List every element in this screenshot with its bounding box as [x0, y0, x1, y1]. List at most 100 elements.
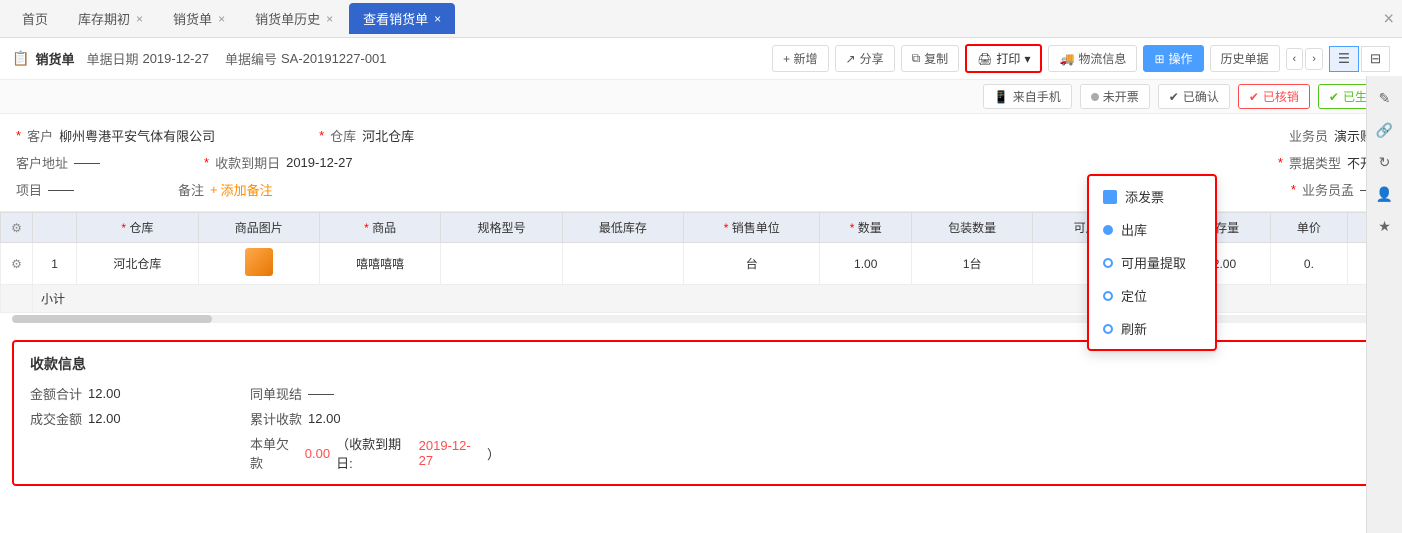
doc-type-label: 销货单 [35, 49, 74, 68]
cumulative-payment-item: 累计收款 12.00 [250, 409, 500, 428]
settings-icon[interactable]: ⚙ [11, 221, 22, 235]
new-button[interactable]: + 新增 [772, 45, 828, 72]
th-settings: ⚙ [1, 213, 33, 243]
sidebar-edit-icon[interactable]: ✎ [1371, 84, 1399, 112]
payment-section: 收款信息 金额合计 12.00 同单现结 —— 成交金额 12.00 累计收款 … [12, 340, 1390, 486]
th-sales-unit: * 销售单位 [684, 213, 820, 243]
mobile-icon: 📱 [994, 90, 1009, 104]
list-view-button[interactable]: ☰ [1329, 46, 1359, 72]
row-pack-qty: 1台 [911, 243, 1032, 285]
operation-dropdown-menu: 添发票 出库 可用量提取 定位 刷新 [1087, 174, 1217, 351]
payment-grid: 金额合计 12.00 同单现结 —— 成交金额 12.00 累计收款 12.00… [30, 384, 1372, 472]
payment-date-field: * 收款到期日 2019-12-27 [204, 153, 353, 172]
transaction-amount-item: 成交金额 12.00 [30, 409, 230, 428]
th-spec: 规格型号 [441, 213, 562, 243]
product-image [245, 248, 273, 276]
row-quantity: 1.00 [820, 243, 912, 285]
gray-dot-icon [1091, 93, 1099, 101]
document-title: 📋 销货单 [12, 49, 74, 68]
print-icon: 🖨 [977, 52, 992, 66]
locate-icon [1103, 291, 1113, 301]
share-button[interactable]: ↗ 分享 [835, 45, 895, 72]
share-icon: ↗ [846, 52, 856, 66]
row-spec [441, 243, 562, 285]
th-min-stock: 最低库存 [562, 213, 683, 243]
sidebar-refresh-icon[interactable]: ↻ [1371, 148, 1399, 176]
note-field: 备注 + 添加备注 [178, 180, 273, 199]
sidebar-star-icon[interactable]: ★ [1371, 212, 1399, 240]
grid-view-button[interactable]: ⊟ [1361, 46, 1390, 72]
document-header: 📋 销货单 单据日期 2019-12-27 单据编号 SA-20191227-0… [0, 38, 1402, 80]
copy-icon: ⧉ [912, 51, 921, 66]
logistics-button[interactable]: 🚚 物流信息 [1048, 45, 1137, 72]
from-mobile-button[interactable]: 📱 来自手机 [983, 84, 1072, 109]
tab-sales-history-close[interactable]: × [326, 12, 333, 26]
row-gear: ⚙ [1, 243, 33, 285]
th-unit-price: 单价 [1271, 213, 1348, 243]
menu-available-qty[interactable]: 可用量提取 [1089, 246, 1215, 279]
grid-icon: ⊞ [1154, 52, 1164, 66]
tab-home[interactable]: 首页 [8, 3, 62, 34]
row-num: 1 [33, 243, 77, 285]
not-opened-button[interactable]: 未开票 [1080, 84, 1150, 109]
check-icon: ✔ [1169, 90, 1179, 104]
tab-view-sales[interactable]: 查看销货单 × [349, 3, 455, 34]
document-meta: 单据日期 2019-12-27 单据编号 SA-20191227-001 [86, 49, 386, 68]
sidebar-user-icon[interactable]: 👤 [1371, 180, 1399, 208]
address-field: 客户地址 —— [16, 153, 100, 172]
tab-stock-init-close[interactable]: × [136, 12, 143, 26]
check-sold-icon: ✔ [1249, 90, 1259, 104]
ship-out-icon [1103, 225, 1113, 235]
tab-sales-history[interactable]: 销货单历史 × [241, 3, 347, 34]
tab-sales-order[interactable]: 销货单 × [159, 3, 239, 34]
history-button[interactable]: 历史单据 [1210, 45, 1280, 72]
menu-ship-out[interactable]: 出库 [1089, 213, 1215, 246]
logistics-icon: 🚚 [1059, 52, 1074, 66]
menu-locate[interactable]: 定位 [1089, 279, 1215, 312]
form-row-1: * 客户 柳州粤港平安气体有限公司 * 仓库 河北仓库 业务员 演示账号 [16, 126, 1386, 145]
next-button[interactable]: › [1305, 48, 1323, 70]
copy-button[interactable]: ⧉ 复制 [901, 45, 960, 72]
tab-view-sales-close[interactable]: × [434, 12, 441, 26]
add-note-button[interactable]: + 添加备注 [210, 180, 273, 199]
th-warehouse: * 仓库 [77, 213, 198, 243]
toolbar: + 新增 ↗ 分享 ⧉ 复制 🖨 打印 ▾ 🚚 物流信息 [772, 44, 1390, 73]
subtotal-gear [1, 285, 33, 313]
th-quantity: * 数量 [820, 213, 912, 243]
view-buttons: ☰ ⊟ [1329, 46, 1390, 72]
prev-button[interactable]: ‹ [1286, 48, 1304, 70]
print-button[interactable]: 🖨 打印 ▾ [965, 44, 1042, 73]
plus-icon: + [210, 182, 218, 197]
row-img [198, 243, 319, 285]
scroll-thumb[interactable] [12, 315, 212, 323]
tab-sales-order-close[interactable]: × [218, 12, 225, 26]
check-effect-icon: ✔ [1329, 90, 1339, 104]
current-due-item: 本单欠款 0.00 （收款到期日: 2019-12-27 ） [250, 434, 500, 472]
nav-arrows: ‹ › [1286, 48, 1323, 70]
row-min-stock [562, 243, 683, 285]
menu-add-invoice[interactable]: 添发票 [1089, 180, 1215, 213]
payment-title: 收款信息 [30, 354, 1372, 374]
th-num [33, 213, 77, 243]
menu-refresh[interactable]: 刷新 [1089, 312, 1215, 345]
refresh-icon [1103, 324, 1113, 334]
confirm-button[interactable]: ✔ 已确认 [1158, 84, 1230, 109]
row-product: 嘻嘻嘻嘻 [319, 243, 440, 285]
operation-button[interactable]: ⊞ 操作 [1143, 45, 1203, 72]
print-dropdown-arrow: ▾ [1024, 52, 1030, 66]
customer-field: * 客户 柳州粤港平安气体有限公司 [16, 126, 215, 145]
th-pack-qty: 包装数量 [911, 213, 1032, 243]
row-warehouse: 河北仓库 [77, 243, 198, 285]
sidebar-link-icon[interactable]: 🔗 [1371, 116, 1399, 144]
row-sales-unit: 台 [684, 243, 820, 285]
th-product: * 商品 [319, 213, 440, 243]
warehouse-field: * 仓库 河北仓库 [319, 126, 414, 145]
add-invoice-icon [1103, 190, 1117, 204]
sold-status-badge: ✔ 已核销 [1238, 84, 1310, 109]
tab-stock-init[interactable]: 库存期初 × [64, 3, 157, 34]
right-sidebar: ✎ 🔗 ↻ 👤 ★ ⤢ [1366, 76, 1402, 533]
project-field: 项目 —— [16, 180, 74, 199]
window-close-button[interactable]: × [1383, 8, 1394, 29]
available-qty-icon [1103, 258, 1113, 268]
total-amount-item: 金额合计 12.00 [30, 384, 230, 403]
